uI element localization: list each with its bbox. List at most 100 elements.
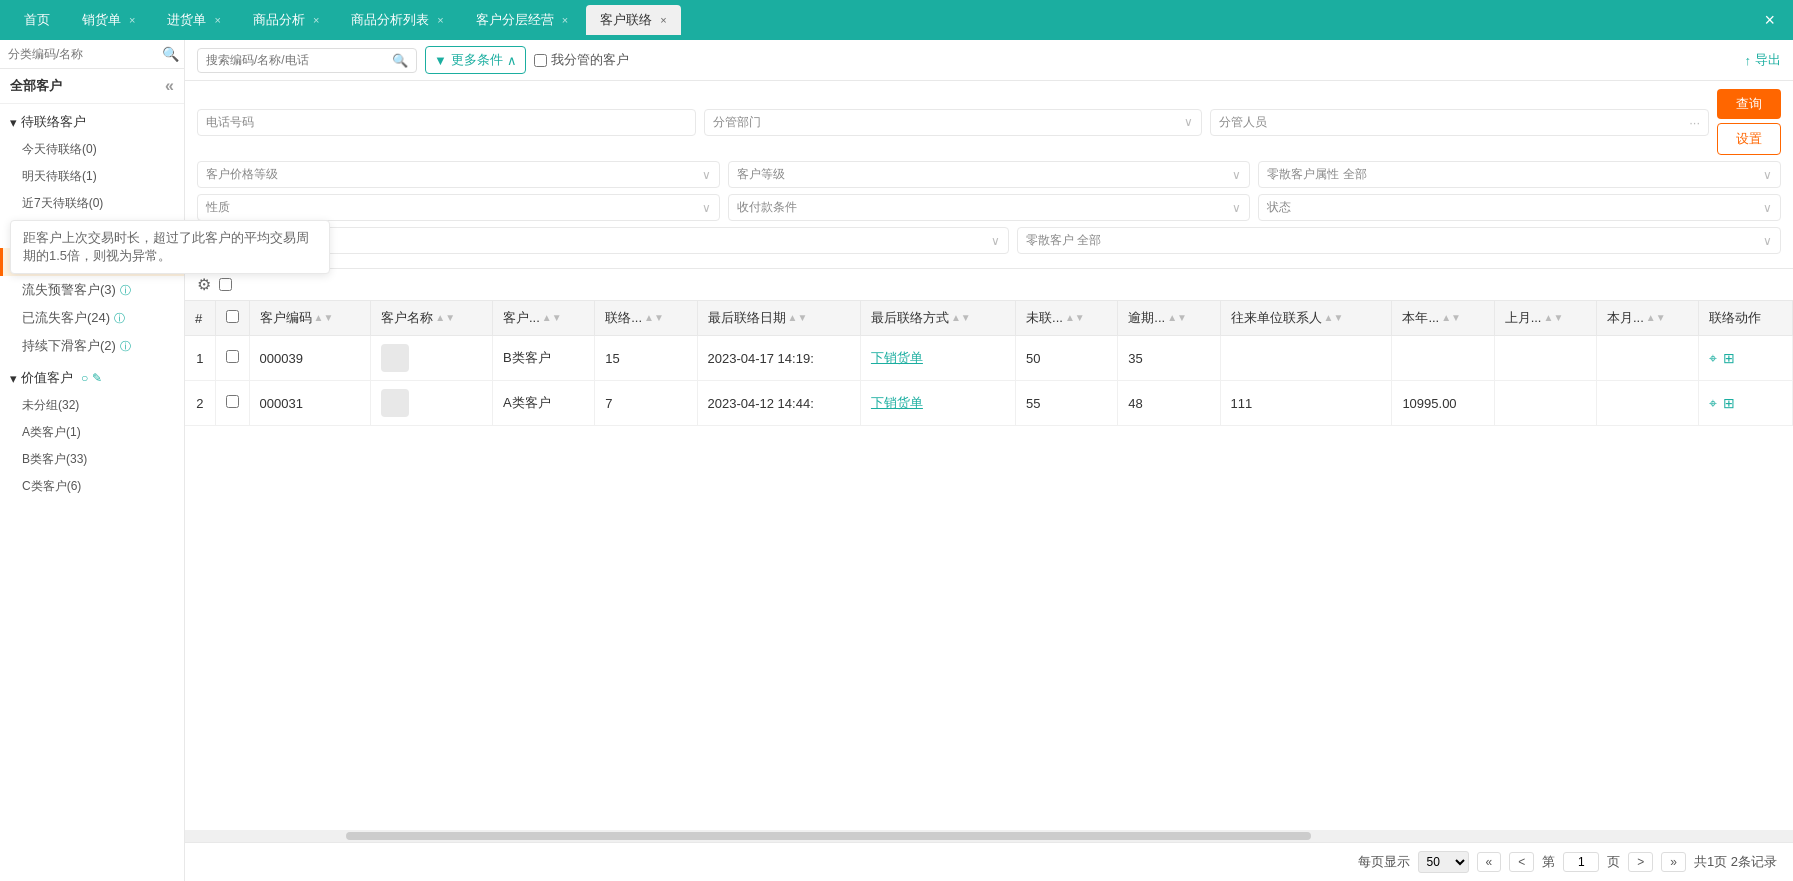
- prev-page-button[interactable]: <: [1509, 852, 1534, 872]
- export-button[interactable]: ↑ 导出: [1745, 51, 1782, 69]
- th-this-year[interactable]: 本年... ▲▼: [1392, 301, 1494, 336]
- more-conditions-button[interactable]: ▼ 更多条件 ∧: [425, 46, 526, 74]
- sidebar-item-churn-warning[interactable]: 流失预警客户(3) ⓘ: [0, 276, 184, 304]
- sort-icon-unit: ▲▼: [1324, 313, 1344, 323]
- sidebar-search-icon[interactable]: 🔍: [162, 46, 179, 62]
- th-contact[interactable]: 联络... ▲▼: [595, 301, 697, 336]
- row2-last-method[interactable]: 下销货单: [860, 381, 1015, 426]
- scrollbar-thumb[interactable]: [346, 832, 1311, 840]
- row1-checkbox[interactable]: [226, 350, 239, 363]
- my-customer-filter[interactable]: 我分管的客户: [534, 51, 629, 69]
- price-level-field[interactable]: 客户价格等级 ∨: [197, 161, 720, 188]
- next-page-button[interactable]: >: [1628, 852, 1653, 872]
- nav-tab-analysis[interactable]: 商品分析 ×: [239, 5, 333, 35]
- th-cust-type[interactable]: 客户... ▲▼: [492, 301, 594, 336]
- nav-tab-purchase[interactable]: 进货单 ×: [153, 5, 234, 35]
- row1-last-method[interactable]: 下销货单: [860, 336, 1015, 381]
- retail-cust-field[interactable]: 零散客户 全部 ∨: [1017, 227, 1781, 254]
- sidebar-item-7days[interactable]: 近7天待联络(0): [0, 190, 184, 217]
- nav-tab-analysis-list-close[interactable]: ×: [437, 14, 443, 26]
- th-not-contact[interactable]: 未联... ▲▼: [1016, 301, 1118, 336]
- phone-input[interactable]: [258, 115, 687, 129]
- cust-level-field[interactable]: 客户等级 ∨: [728, 161, 1251, 188]
- sidebar-item-today[interactable]: 今天待联络(0): [0, 136, 184, 163]
- row2-last-method-link[interactable]: 下销货单: [871, 395, 923, 410]
- nav-tab-customer-seg-label: 客户分层经营: [476, 11, 554, 29]
- th-last-month[interactable]: 上月... ▲▼: [1494, 301, 1596, 336]
- header-checkbox[interactable]: [226, 310, 239, 323]
- phone-label: 电话号码: [206, 114, 254, 131]
- row1-num: 1: [185, 336, 215, 381]
- dept-field[interactable]: 分管部门 ∨: [704, 109, 1203, 136]
- status-field[interactable]: 状态 ∨: [1258, 194, 1781, 221]
- th-unit-contacts[interactable]: 往来单位联系人 ▲▼: [1220, 301, 1392, 336]
- th-code[interactable]: 客户编码 ▲▼: [249, 301, 371, 336]
- th-action: 联络动作: [1699, 301, 1793, 336]
- nav-tab-customer-seg-close[interactable]: ×: [562, 14, 568, 26]
- row2-last-month: [1494, 381, 1596, 426]
- nav-tab-analysis-list[interactable]: 商品分析列表 ×: [337, 5, 457, 35]
- nav-tab-sales-close[interactable]: ×: [129, 14, 135, 26]
- th-last-method[interactable]: 最后联络方式 ▲▼: [860, 301, 1015, 336]
- table-row: 1 000039 B类客户 15 2023-04-17 14:19: 下销货单: [185, 336, 1793, 381]
- value-flag-icon[interactable]: ✎: [92, 371, 102, 385]
- sidebar-section-pending-title[interactable]: ▾ 待联络客户: [0, 108, 184, 136]
- gender-field[interactable]: 性质 ∨: [197, 194, 720, 221]
- nav-tab-home[interactable]: 首页: [10, 5, 64, 35]
- sort-icon-overdue: ▲▼: [1167, 313, 1187, 323]
- table-settings-icon[interactable]: ⚙: [197, 275, 211, 294]
- sidebar-search-input[interactable]: [8, 47, 158, 61]
- sidebar-item-churned[interactable]: 已流失客户(24) ⓘ: [0, 304, 184, 332]
- select-all-checkbox[interactable]: [219, 278, 232, 291]
- nav-tab-customer-seg[interactable]: 客户分层经营 ×: [462, 5, 582, 35]
- th-last-date[interactable]: 最后联络日期 ▲▼: [697, 301, 860, 336]
- retail-attr-field[interactable]: 零散客户属性 全部 ∨: [1258, 161, 1781, 188]
- sidebar-item-c-class[interactable]: C类客户(6): [0, 473, 184, 500]
- per-page-select[interactable]: 50 100: [1418, 851, 1469, 873]
- page-input[interactable]: [1563, 852, 1599, 872]
- search-icon[interactable]: 🔍: [392, 53, 408, 68]
- row2-view-icon[interactable]: ⌖: [1709, 395, 1717, 412]
- cust-type-field[interactable]: 客户类型 ∨: [245, 227, 1009, 254]
- th-overdue[interactable]: 逾期... ▲▼: [1118, 301, 1220, 336]
- row1-last-method-link[interactable]: 下销货单: [871, 350, 923, 365]
- sidebar-item-declining[interactable]: 持续下滑客户(2) ⓘ: [0, 332, 184, 360]
- sidebar-collapse-button[interactable]: «: [165, 77, 174, 95]
- row2-not-contact: 55: [1016, 381, 1118, 426]
- my-customer-checkbox[interactable]: [534, 54, 547, 67]
- first-page-button[interactable]: «: [1477, 852, 1502, 872]
- last-page-button[interactable]: »: [1661, 852, 1686, 872]
- phone-field[interactable]: 电话号码: [197, 109, 696, 136]
- sidebar-item-tomorrow[interactable]: 明天待联络(1): [0, 163, 184, 190]
- search-input[interactable]: [206, 53, 388, 67]
- sidebar-item-a-class[interactable]: A类客户(1): [0, 419, 184, 446]
- nav-tab-sales[interactable]: 销货单 ×: [68, 5, 149, 35]
- sidebar-item-ungrouped[interactable]: 未分组(32): [0, 392, 184, 419]
- payment-field[interactable]: 收付款条件 ∨: [728, 194, 1251, 221]
- nav-tab-analysis-close[interactable]: ×: [313, 14, 319, 26]
- query-button[interactable]: 查询: [1717, 89, 1781, 119]
- dept-label: 分管部门: [713, 114, 761, 131]
- value-edit-icon[interactable]: ○: [81, 371, 88, 385]
- declining-info-icon: ⓘ: [120, 339, 131, 354]
- nav-tab-customer-contact[interactable]: 客户联络 ×: [586, 5, 680, 35]
- status-dropdown-icon: ∨: [1763, 201, 1772, 215]
- close-all-button[interactable]: ×: [1756, 10, 1783, 31]
- th-name[interactable]: 客户名称 ▲▼: [371, 301, 493, 336]
- row2-checkbox[interactable]: [226, 395, 239, 408]
- manager-field[interactable]: 分管人员 ···: [1210, 109, 1709, 136]
- settings-button[interactable]: 设置: [1717, 123, 1781, 155]
- nav-tab-customer-contact-close[interactable]: ×: [660, 14, 666, 26]
- row1-contact-icon[interactable]: ⊞: [1723, 350, 1735, 366]
- th-this-month[interactable]: 本月... ▲▼: [1596, 301, 1698, 336]
- nav-tab-purchase-close[interactable]: ×: [214, 14, 220, 26]
- horizontal-scrollbar[interactable]: [185, 830, 1793, 842]
- sidebar-section-value-title[interactable]: ▾ 价值客户 ○ ✎: [0, 364, 184, 392]
- manager-dots[interactable]: ···: [1689, 115, 1700, 130]
- cust-type-dropdown-icon: ∨: [991, 234, 1000, 248]
- row1-view-icon[interactable]: ⌖: [1709, 350, 1717, 367]
- dept-dropdown-icon: ∨: [1184, 115, 1193, 129]
- retail-cust-dropdown-icon: ∨: [1763, 234, 1772, 248]
- row2-contact-icon[interactable]: ⊞: [1723, 395, 1735, 411]
- sidebar-item-b-class[interactable]: B类客户(33): [0, 446, 184, 473]
